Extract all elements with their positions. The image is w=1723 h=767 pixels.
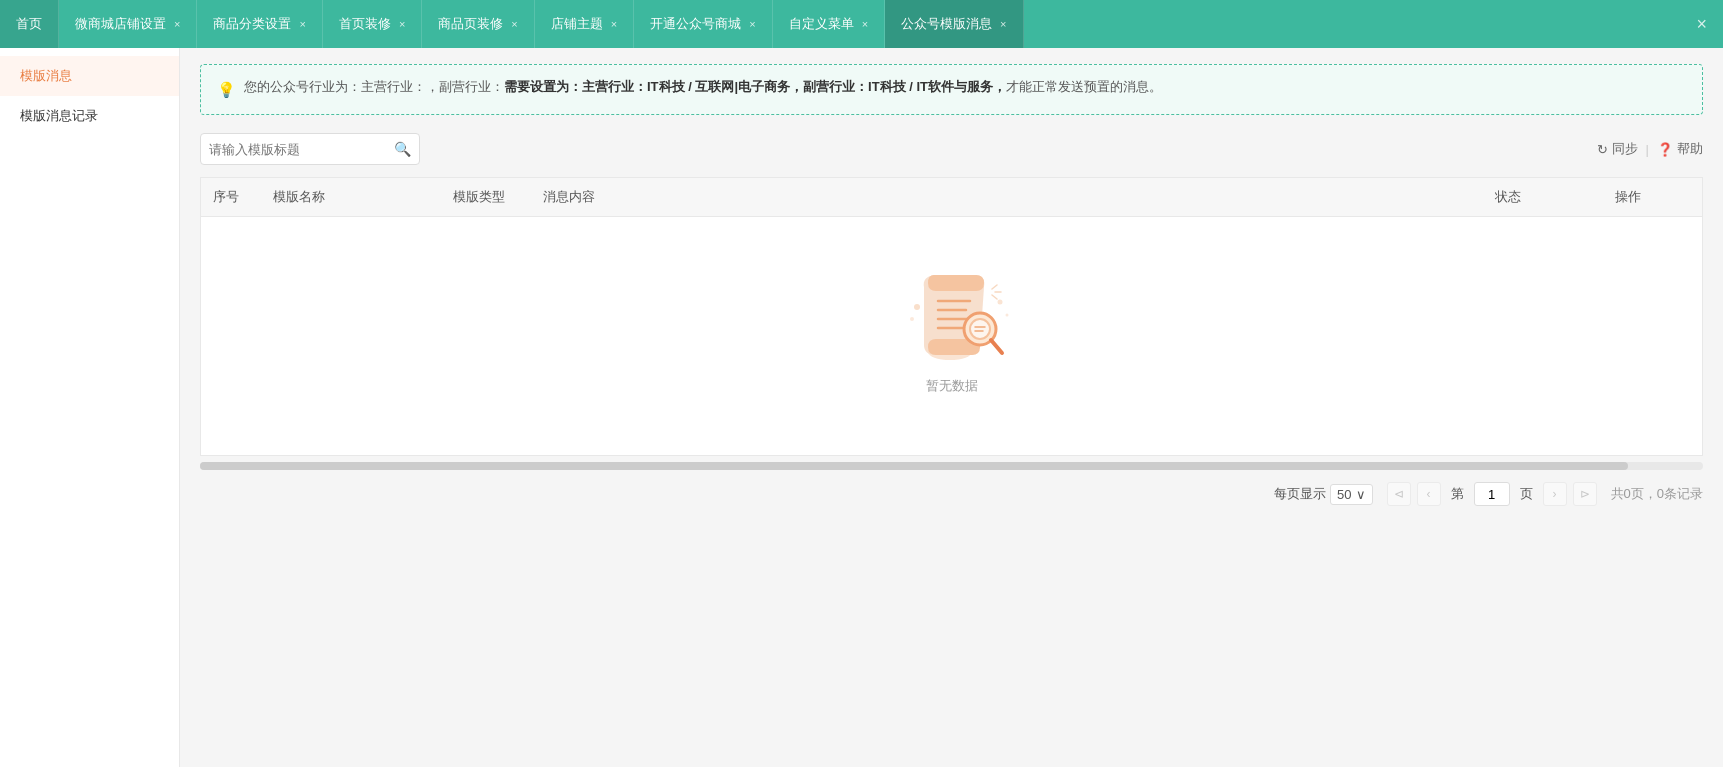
close-all-button[interactable]: × [1680,14,1723,35]
close-icon[interactable]: × [749,18,755,30]
col-header-content: 消息内容 [531,178,1483,217]
page-size-dropdown[interactable]: 50 ∨ [1330,484,1372,505]
data-table: 序号 模版名称 模版类型 消息内容 状态 操作 [200,177,1703,456]
sidebar-item-template-msg-record-label: 模版消息记录 [20,107,98,125]
empty-illustration [892,257,1012,377]
page-total: 共0页，0条记录 [1611,485,1703,503]
page-unit: 页 [1520,485,1533,503]
sync-label: 同步 [1612,140,1638,158]
table-header-row: 序号 模版名称 模版类型 消息内容 状态 操作 [201,178,1703,217]
page-size-select: 每页显示 50 ∨ [1274,484,1372,505]
nav-tab-store-settings-label: 微商城店铺设置 [75,15,166,33]
bulb-icon: 💡 [217,78,236,102]
nav-tab-template-msg[interactable]: 公众号模版消息 × [885,0,1023,48]
close-icon[interactable]: × [174,18,180,30]
nav-tab-custom-menu-label: 自定义菜单 [789,15,854,33]
sync-icon: ↻ [1597,142,1608,157]
nav-tab-custom-menu[interactable]: 自定义菜单 × [773,0,885,48]
empty-row: 暂无数据 [201,217,1703,456]
col-header-action: 操作 [1603,178,1703,217]
svg-line-16 [992,295,997,299]
svg-line-14 [992,285,997,289]
page-number-input[interactable] [1474,482,1510,506]
nav-tab-product-decor[interactable]: 商品页装修 × [422,0,534,48]
svg-line-7 [991,340,1002,353]
svg-point-6 [970,319,990,339]
top-nav: 首页 微商城店铺设置 × 商品分类设置 × 首页装修 × 商品页装修 × 店铺主… [0,0,1723,48]
nav-tab-category-settings[interactable]: 商品分类设置 × [197,0,322,48]
main-layout: 模版消息 模版消息记录 💡 您的公众号行业为：主营行业：，副营行业：需要设置为：… [0,48,1723,767]
scrollbar-thumb[interactable] [200,462,1628,470]
nav-tab-home-label: 首页 [16,15,42,33]
toolbar-right: ↻ 同步 | ❓ 帮助 [1597,140,1703,158]
pagination: 每页显示 50 ∨ ⊲ ‹ 第 页 › ⊳ 共0页，0条记录 [200,482,1703,506]
svg-point-10 [914,304,920,310]
nav-tab-product-decor-label: 商品页装修 [438,15,503,33]
search-input-wrap[interactable]: 🔍 [200,133,420,165]
notice-text: 您的公众号行业为：主营行业：，副营行业：需要设置为：主营行业：IT科技 / 互联… [244,77,1162,98]
nav-tab-store-settings[interactable]: 微商城店铺设置 × [59,0,197,48]
close-icon[interactable]: × [862,18,868,30]
close-icon[interactable]: × [399,18,405,30]
col-header-name: 模版名称 [261,178,441,217]
help-button[interactable]: ❓ 帮助 [1657,140,1703,158]
horizontal-scrollbar[interactable] [200,462,1703,470]
close-icon[interactable]: × [299,18,305,30]
nav-tab-template-msg-label: 公众号模版消息 [901,15,992,33]
col-header-status: 状态 [1483,178,1603,217]
last-page-button[interactable]: ⊳ [1573,482,1597,506]
sidebar: 模版消息 模版消息记录 [0,48,180,767]
prev-page-button[interactable]: ‹ [1417,482,1441,506]
next-page-button[interactable]: › [1543,482,1567,506]
help-label: 帮助 [1677,140,1703,158]
empty-state: 暂无数据 [201,217,1702,455]
sync-button[interactable]: ↻ 同步 [1597,140,1638,158]
sidebar-item-template-msg-label: 模版消息 [20,67,72,85]
close-icon[interactable]: × [611,18,617,30]
nav-tab-store-theme[interactable]: 店铺主题 × [535,0,634,48]
nav-tab-open-mall-label: 开通公众号商城 [650,15,741,33]
nav-tab-store-theme-label: 店铺主题 [551,15,603,33]
search-input[interactable] [209,142,394,157]
col-header-index: 序号 [201,178,261,217]
page-label: 第 [1451,485,1464,503]
search-icon[interactable]: 🔍 [394,141,411,157]
help-icon: ❓ [1657,142,1673,157]
nav-tab-open-mall[interactable]: 开通公众号商城 × [634,0,772,48]
empty-text: 暂无数据 [926,377,978,395]
sidebar-item-template-msg[interactable]: 模版消息 [0,56,179,96]
nav-tab-home-decor[interactable]: 首页装修 × [323,0,422,48]
svg-point-11 [910,317,914,321]
first-page-button[interactable]: ⊲ [1387,482,1411,506]
toolbar: 🔍 ↻ 同步 | ❓ 帮助 [200,133,1703,165]
content-area: 💡 您的公众号行业为：主营行业：，副营行业：需要设置为：主营行业：IT科技 / … [180,48,1723,767]
nav-tab-category-settings-label: 商品分类设置 [213,15,291,33]
sidebar-item-template-msg-record[interactable]: 模版消息记录 [0,96,179,136]
close-icon[interactable]: × [1000,18,1006,30]
page-size-value: 50 [1337,487,1351,502]
notice-box: 💡 您的公众号行业为：主营行业：，副营行业：需要设置为：主营行业：IT科技 / … [200,64,1703,115]
svg-point-12 [997,300,1002,305]
svg-point-13 [1005,314,1008,317]
close-icon[interactable]: × [511,18,517,30]
nav-tab-home[interactable]: 首页 [0,0,59,48]
nav-tab-home-decor-label: 首页装修 [339,15,391,33]
divider: | [1646,142,1649,157]
chevron-down-icon: ∨ [1356,487,1366,502]
col-header-type: 模版类型 [441,178,531,217]
per-page-label: 每页显示 [1274,485,1326,503]
